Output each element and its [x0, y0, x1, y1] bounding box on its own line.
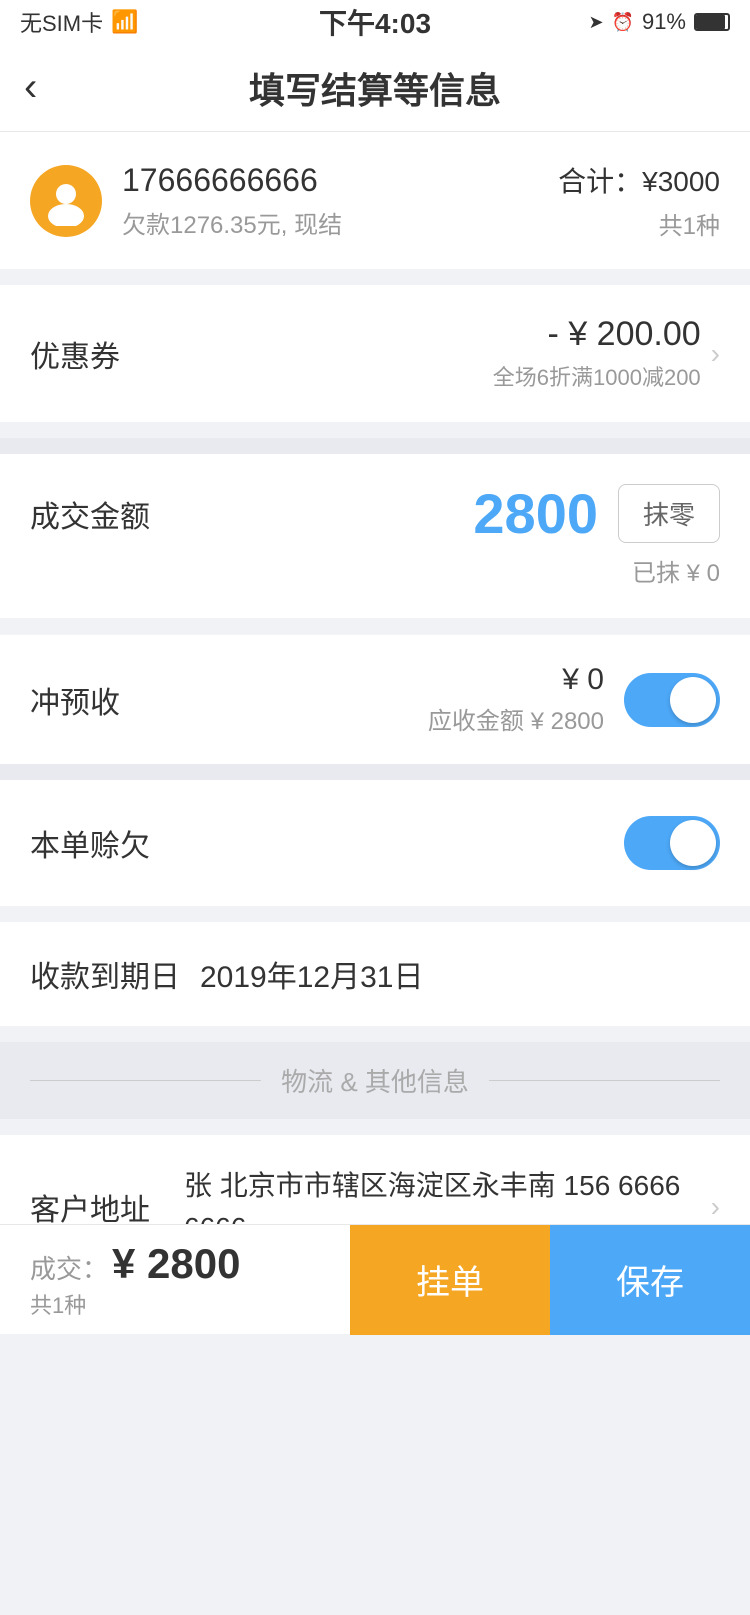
address-chevron-icon: › — [711, 1191, 720, 1223]
back-button[interactable]: ‹ — [24, 65, 37, 110]
logistics-line-right — [489, 1080, 720, 1081]
coupon-row[interactable]: 优惠券 - ¥ 200.00 全场6折满1000减200 › — [0, 285, 750, 422]
avatar — [30, 165, 102, 237]
hold-button[interactable]: 挂单 — [350, 1225, 550, 1335]
prepay-value-col: ¥ 0 应收金额 ¥ 2800 — [428, 663, 604, 736]
battery-text: 91% — [642, 9, 686, 35]
debt-row: 本单赊欠 — [0, 780, 750, 906]
total-amount: 合计：¥3000 — [558, 160, 720, 200]
toggle-knob — [670, 677, 716, 723]
prepay-right: ¥ 0 应收金额 ¥ 2800 — [428, 663, 720, 736]
customer-left: 17666666666 欠款1276.35元, 现结 — [30, 162, 342, 240]
wifi-icon: 📶 — [111, 9, 138, 35]
carrier-text: 无SIM卡 — [20, 6, 103, 38]
deal-section: 成交金额 2800 抹零 已抹 ¥ 0 — [0, 454, 750, 618]
coupon-section: 优惠券 - ¥ 200.00 全场6折满1000减200 › — [0, 285, 750, 422]
deal-amount-value: 2800 — [473, 486, 598, 542]
coupon-amount: - ¥ 200.00 — [493, 315, 701, 354]
duedate-row: 收款到期日 2019年12月31日 — [0, 922, 750, 1026]
debt-toggle[interactable] — [624, 816, 720, 870]
coupon-row-right: - ¥ 200.00 全场6折满1000减200 › — [493, 315, 720, 392]
chevron-right-icon: › — [711, 338, 720, 370]
divider-2 — [0, 764, 750, 780]
customer-info: 17666666666 欠款1276.35元, 现结 — [122, 162, 342, 240]
alarm-icon: ⏰ — [612, 12, 634, 33]
bottom-bar: 成交： ¥ 2800 共1种 挂单 保存 — [0, 1224, 750, 1334]
main-content: 17666666666 欠款1276.35元, 现结 合计：¥3000 共1种 … — [0, 132, 750, 1615]
location-icon: ➤ — [588, 12, 603, 33]
save-button[interactable]: 保存 — [550, 1225, 750, 1335]
bottom-count: 共1种 — [30, 1288, 320, 1320]
address-label: 客户地址 — [30, 1185, 160, 1229]
bottom-deal-amount: ¥ 2800 — [112, 1240, 240, 1288]
prepay-toggle[interactable] — [624, 673, 720, 727]
battery-icon — [694, 13, 730, 31]
debt-label: 本单赊欠 — [30, 821, 150, 865]
duedate-value: 2019年12月31日 — [200, 952, 423, 996]
fuzero-button[interactable]: 抹零 — [618, 484, 720, 543]
customer-phone: 17666666666 — [122, 162, 342, 199]
debt-toggle-knob — [670, 820, 716, 866]
status-bar: 无SIM卡 📶 下午4:03 ➤ ⏰ 91% — [0, 0, 750, 44]
coupon-values: - ¥ 200.00 全场6折满1000减200 — [493, 315, 701, 392]
customer-debt: 欠款1276.35元, 现结 — [122, 205, 342, 240]
prepay-sub: 应收金额 ¥ 2800 — [428, 701, 604, 736]
deal-amount-label: 成交金额 — [30, 492, 150, 536]
logistics-text: 物流 & 其他信息 — [261, 1062, 489, 1099]
bottom-deal-label: 成交： — [30, 1249, 108, 1286]
prepay-label: 冲预收 — [30, 678, 120, 722]
customer-card: 17666666666 欠款1276.35元, 现结 合计：¥3000 共1种 — [0, 132, 750, 269]
bottom-summary: 成交： ¥ 2800 共1种 — [0, 1240, 350, 1320]
prepay-row: 冲预收 ¥ 0 应收金额 ¥ 2800 — [0, 634, 750, 764]
status-time: 下午4:03 — [319, 2, 431, 42]
deal-right: 2800 抹零 — [473, 484, 720, 543]
nav-bar: ‹ 填写结算等信息 — [0, 44, 750, 132]
status-right: ➤ ⏰ 91% — [588, 9, 730, 35]
duedate-label: 收款到期日 — [30, 952, 180, 996]
logistics-divider: 物流 & 其他信息 — [0, 1042, 750, 1119]
deal-sub-text: 已抹 ¥ 0 — [30, 553, 720, 588]
status-left: 无SIM卡 📶 — [20, 6, 139, 38]
coupon-label: 优惠券 — [30, 332, 120, 376]
customer-right: 合计：¥3000 共1种 — [558, 160, 720, 241]
coupon-desc: 全场6折满1000减200 — [493, 360, 701, 392]
total-count: 共1种 — [558, 206, 720, 241]
divider-1 — [0, 438, 750, 454]
prepay-amount: ¥ 0 — [428, 663, 604, 697]
logistics-line-left — [30, 1080, 261, 1081]
deal-amount-row: 成交金额 2800 抹零 — [30, 484, 720, 543]
page-title: 填写结算等信息 — [249, 62, 501, 114]
